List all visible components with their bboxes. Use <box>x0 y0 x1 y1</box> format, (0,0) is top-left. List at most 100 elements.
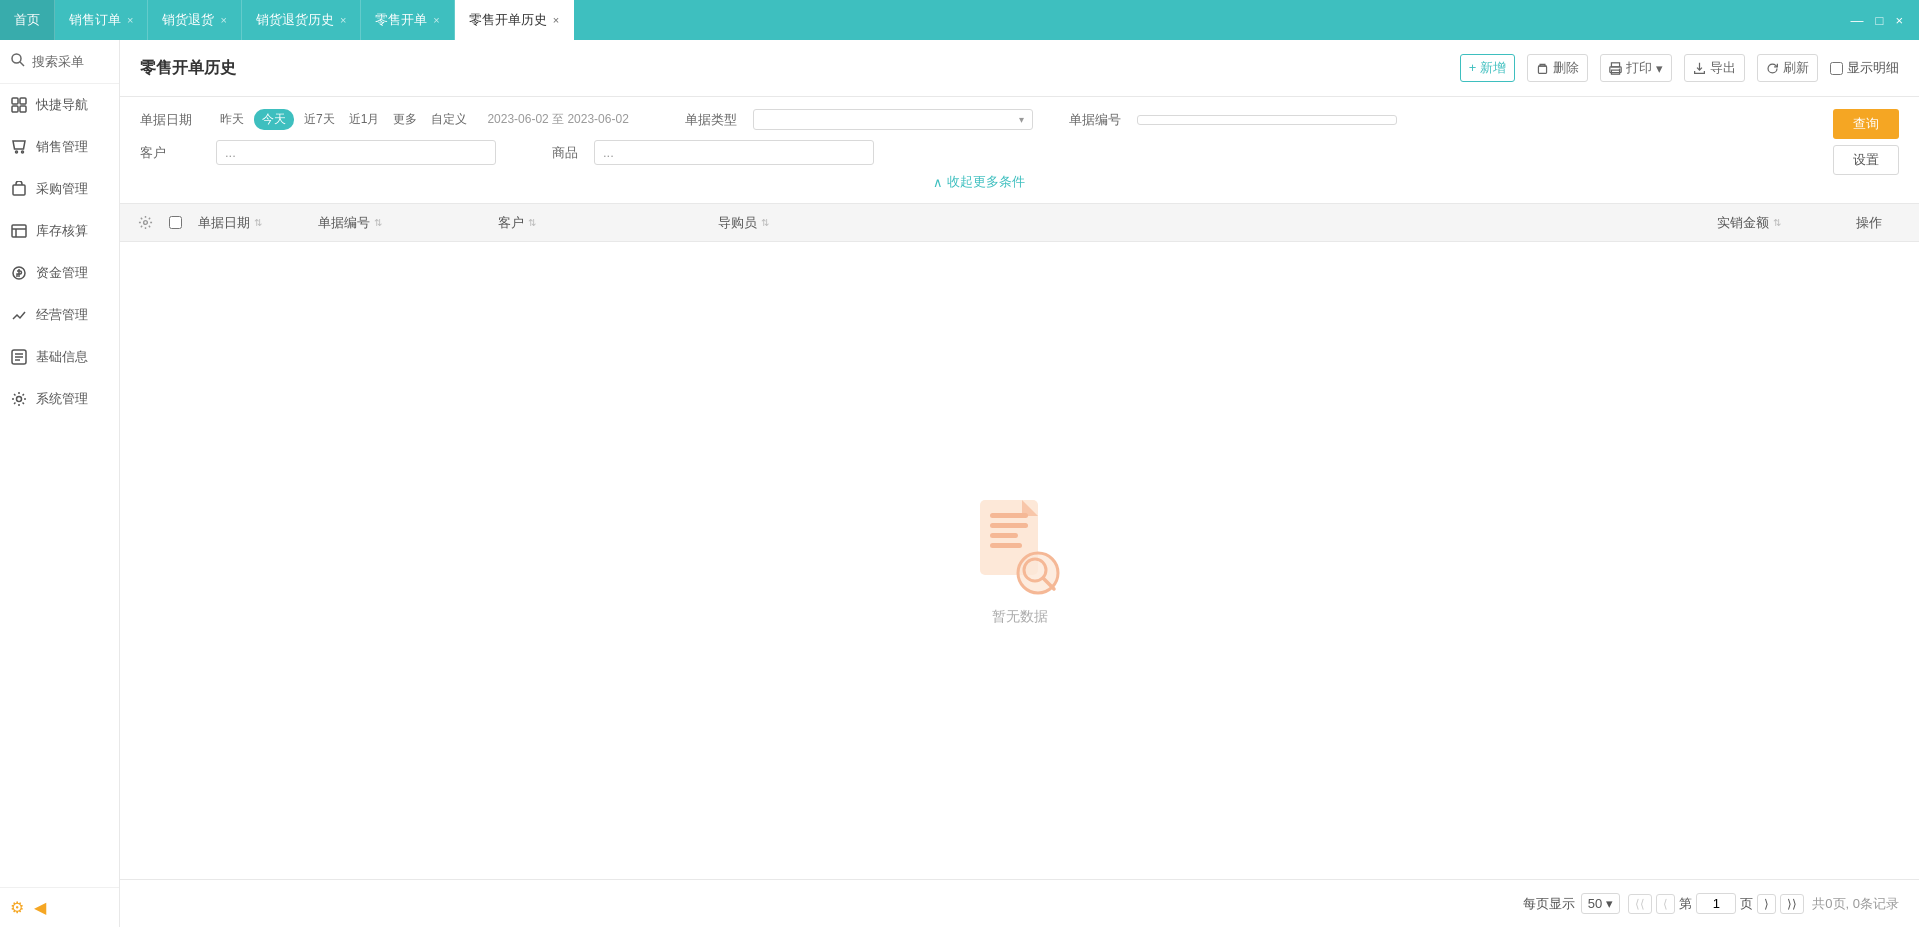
collapse-label: 收起更多条件 <box>947 173 1025 191</box>
date-btn-today[interactable]: 今天 <box>254 109 294 130</box>
date-btn-1month[interactable]: 近1月 <box>345 110 384 129</box>
page-suffix: 页 <box>1740 895 1753 913</box>
date-filter-label: 单据日期 <box>140 111 200 129</box>
refresh-label: 刷新 <box>1783 59 1809 77</box>
tab-sales-order-close[interactable]: × <box>127 14 133 26</box>
collapse-btn[interactable]: ∧ 收起更多条件 <box>933 173 1025 191</box>
tab-sales-return[interactable]: 销货退货 × <box>148 0 241 40</box>
col-customer[interactable]: 客户 ⇅ <box>490 214 710 232</box>
svg-point-6 <box>16 151 18 153</box>
date-range-display: 2023-06-02 至 2023-06-02 <box>487 111 628 128</box>
sidebar-item-basic-info-label: 基础信息 <box>36 348 88 366</box>
pagination: 每页显示 50 ▾ ⟨⟨ ⟨ 第 1 页 ⟩ ⟩⟩ 共0页, 0条记录 <box>120 879 1919 927</box>
date-btn-custom[interactable]: 自定义 <box>427 110 471 129</box>
sidebar-item-ops-mgmt[interactable]: 经营管理 <box>0 294 119 336</box>
print-button[interactable]: 打印 ▾ <box>1600 54 1672 82</box>
type-filter-select[interactable]: ▾ <box>753 109 1033 130</box>
display-columns-input[interactable] <box>1830 62 1843 75</box>
date-btn-7days[interactable]: 近7天 <box>300 110 339 129</box>
page-first-btn[interactable]: ⟨⟨ <box>1628 894 1652 914</box>
finance-icon <box>10 264 28 282</box>
table-select-all[interactable] <box>160 216 190 229</box>
top-tab-bar: 首页 销售订单 × 销货退货 × 销货退货历史 × 零售开单 × 零售开单历史 … <box>0 0 1919 40</box>
svg-line-1 <box>20 62 24 66</box>
goods-filter-input[interactable]: ... <box>594 140 874 165</box>
svg-point-7 <box>22 151 24 153</box>
sidebar-item-quick-nav[interactable]: 快捷导航 <box>0 84 119 126</box>
col-guide[interactable]: 导购员 ⇅ <box>710 214 830 232</box>
tab-sales-return-history-close[interactable]: × <box>340 14 346 26</box>
sidebar-item-basic-info[interactable]: 基础信息 <box>0 336 119 378</box>
tab-sales-order[interactable]: 销售订单 × <box>55 0 148 40</box>
table-area: 单据日期 ⇅ 单据编号 ⇅ 客户 ⇅ 导购员 ⇅ 实销金额 <box>120 204 1919 879</box>
svg-rect-8 <box>13 185 25 195</box>
new-button[interactable]: + 新增 <box>1460 54 1515 82</box>
svg-point-0 <box>12 54 21 63</box>
page-last-btn[interactable]: ⟩⟩ <box>1780 894 1804 914</box>
customer-input-value: ... <box>225 145 487 160</box>
page-next-btn[interactable]: ⟩ <box>1757 894 1776 914</box>
window-max-btn[interactable]: □ <box>1876 13 1884 28</box>
customer-filter-input[interactable]: ... <box>216 140 496 165</box>
page-prev-btn[interactable]: ⟨ <box>1656 894 1675 914</box>
query-button[interactable]: 查询 <box>1833 109 1899 139</box>
tab-retail-open[interactable]: 零售开单 × <box>361 0 454 40</box>
date-btn-more[interactable]: 更多 <box>389 110 421 129</box>
sidebar-item-purchase-mgmt[interactable]: 采购管理 <box>0 168 119 210</box>
tab-home-label: 首页 <box>14 11 40 29</box>
col-guide-label: 导购员 <box>718 214 757 232</box>
col-number[interactable]: 单据编号 ⇅ <box>310 214 490 232</box>
col-date-sort: ⇅ <box>254 217 262 228</box>
page-number-input[interactable]: 1 <box>1696 893 1736 914</box>
customer-filter-label: 客户 <box>140 144 200 162</box>
page-title: 零售开单历史 <box>140 58 236 93</box>
sidebar-item-sys-mgmt[interactable]: 系统管理 <box>0 378 119 420</box>
page-header: 零售开单历史 + 新增 删除 打印 ▾ 导出 刷新 <box>120 40 1919 97</box>
sidebar-bottom: ⚙ ◀ <box>0 887 119 927</box>
col-customer-sort: ⇅ <box>528 217 536 228</box>
print-label: 打印 <box>1626 59 1652 77</box>
col-amount[interactable]: 实销金额 ⇅ <box>1709 214 1829 232</box>
refresh-button[interactable]: 刷新 <box>1757 54 1818 82</box>
sidebar-search[interactable]: 搜索采单 <box>0 40 119 84</box>
sidebar-item-finance-mgmt[interactable]: 资金管理 <box>0 252 119 294</box>
tab-sales-return-close[interactable]: × <box>220 14 226 26</box>
delete-label: 删除 <box>1553 59 1579 77</box>
table-settings-icon[interactable] <box>130 215 160 230</box>
tab-home[interactable]: 首页 <box>0 0 55 40</box>
content-area: 零售开单历史 + 新增 删除 打印 ▾ 导出 刷新 <box>120 40 1919 927</box>
tab-retail-open-close[interactable]: × <box>433 14 439 26</box>
ops-icon <box>10 306 28 324</box>
tab-sales-return-history[interactable]: 销货退货历史 × <box>242 0 361 40</box>
svg-rect-5 <box>20 106 26 112</box>
display-columns-label: 显示明细 <box>1847 59 1899 77</box>
sidebar-collapse-icon[interactable]: ◀ <box>34 898 46 917</box>
display-columns-checkbox[interactable]: 显示明细 <box>1830 59 1899 77</box>
filter-action-btns: 查询 设置 <box>1833 109 1899 175</box>
sidebar-item-inventory[interactable]: 库存核算 <box>0 210 119 252</box>
inventory-icon <box>10 222 28 240</box>
date-shortcuts: 昨天 今天 近7天 近1月 更多 自定义 <box>216 109 471 130</box>
export-button[interactable]: 导出 <box>1684 54 1745 82</box>
sidebar-item-sales-mgmt-label: 销售管理 <box>36 138 88 156</box>
select-all-checkbox[interactable] <box>169 216 182 229</box>
tab-retail-open-history[interactable]: 零售开单历史 × <box>455 0 574 40</box>
filter-settings-button[interactable]: 设置 <box>1833 145 1899 175</box>
number-filter-input[interactable] <box>1137 115 1397 125</box>
basic-icon <box>10 348 28 366</box>
date-btn-yesterday[interactable]: 昨天 <box>216 110 248 129</box>
window-min-btn[interactable]: — <box>1851 13 1864 28</box>
sales-icon <box>10 138 28 156</box>
delete-button[interactable]: 删除 <box>1527 54 1588 82</box>
per-page-arrow: ▾ <box>1606 896 1613 911</box>
sidebar-item-sales-mgmt[interactable]: 销售管理 <box>0 126 119 168</box>
purchase-icon <box>10 180 28 198</box>
tab-retail-open-history-close[interactable]: × <box>553 14 559 26</box>
tab-retail-open-history-label: 零售开单历史 <box>469 11 547 29</box>
col-number-sort: ⇅ <box>374 217 382 228</box>
window-close-btn[interactable]: × <box>1895 13 1903 28</box>
per-page-select[interactable]: 50 ▾ <box>1581 893 1620 914</box>
col-date[interactable]: 单据日期 ⇅ <box>190 214 310 232</box>
settings-gear-icon[interactable]: ⚙ <box>10 898 24 917</box>
table-header: 单据日期 ⇅ 单据编号 ⇅ 客户 ⇅ 导购员 ⇅ 实销金额 <box>120 204 1919 242</box>
